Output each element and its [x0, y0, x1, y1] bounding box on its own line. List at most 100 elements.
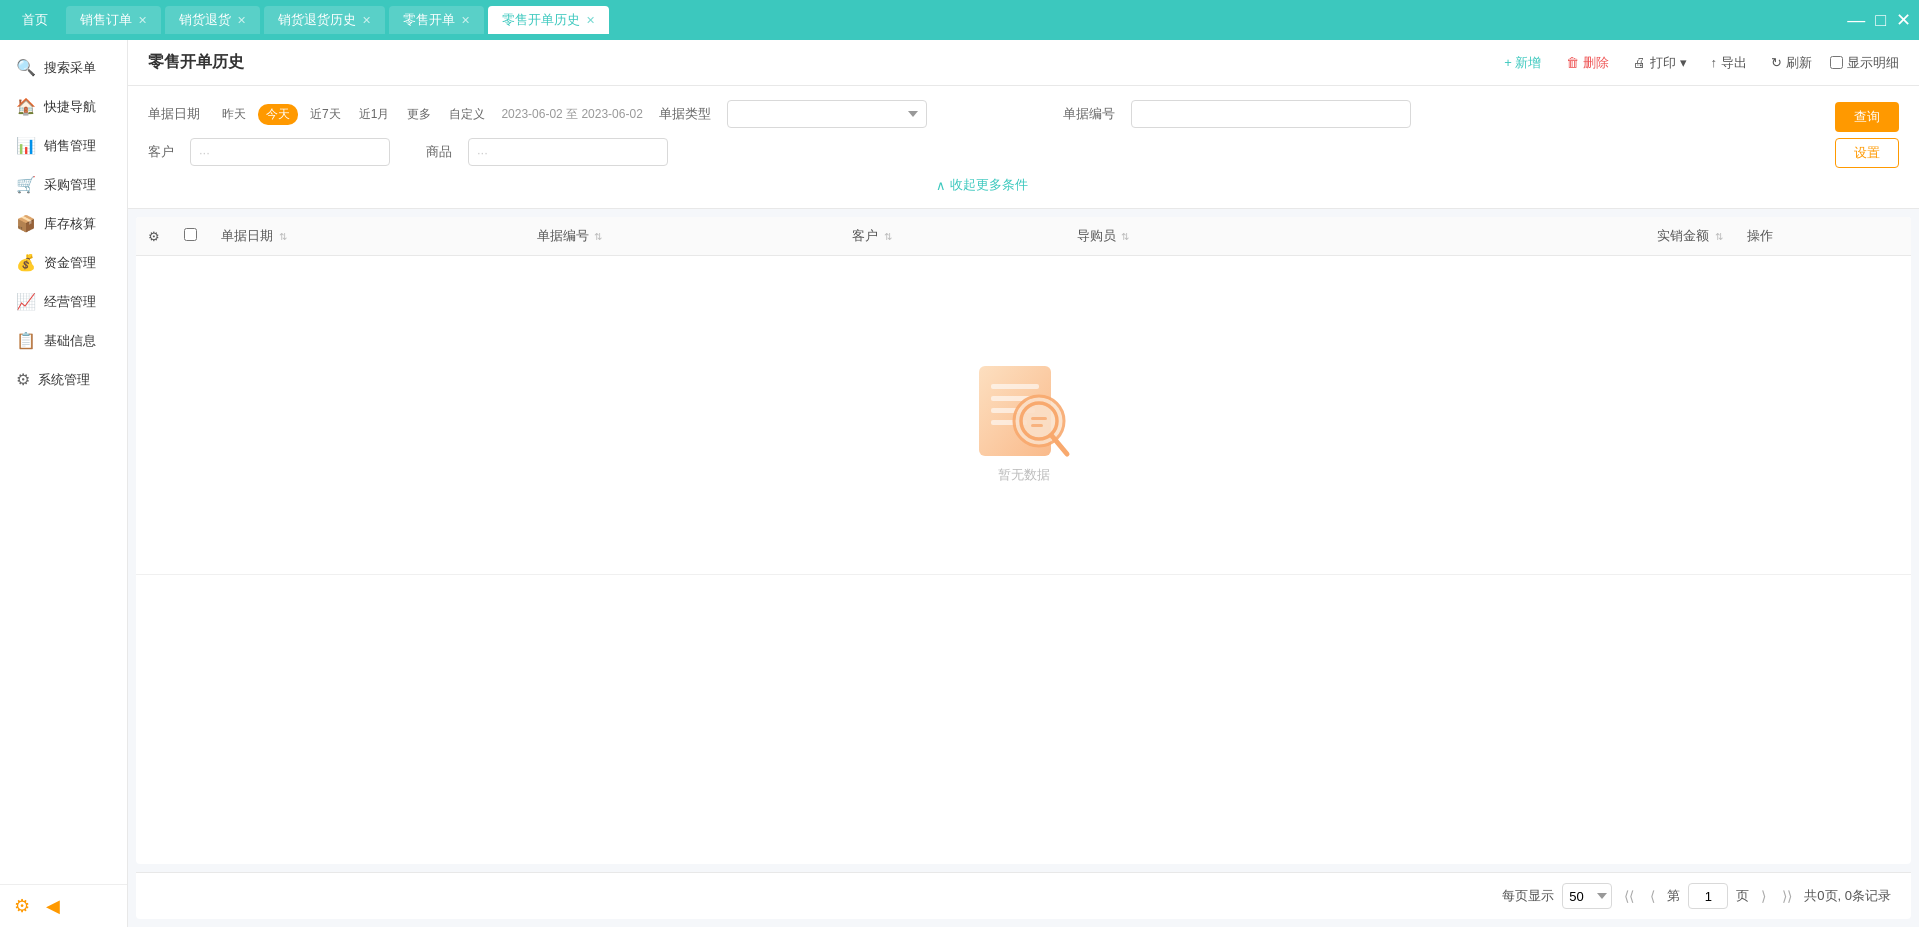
- doc-type-label: 单据类型: [659, 105, 711, 123]
- per-page-label: 每页显示: [1502, 887, 1554, 905]
- empty-row: 暂无数据: [136, 256, 1911, 575]
- date-btn-more[interactable]: 更多: [401, 104, 437, 125]
- sidebar-item-quick-nav[interactable]: 🏠 快捷导航: [0, 87, 127, 126]
- th-amount: 实销金额 ⇅: [1419, 217, 1735, 256]
- tab-label-sales-return-history: 销货退货历史: [278, 11, 356, 29]
- sidebar-label-operations: 经营管理: [44, 293, 96, 311]
- sidebar-item-inventory[interactable]: 📦 库存核算: [0, 204, 127, 243]
- sidebar-icon-sales-mgmt: 📊: [16, 136, 36, 155]
- window-close-icon[interactable]: ✕: [1896, 9, 1911, 31]
- date-btn-custom[interactable]: 自定义: [443, 104, 491, 125]
- sort-date-icon[interactable]: ⇅: [279, 231, 287, 242]
- sidebar-item-operations[interactable]: 📈 经营管理: [0, 282, 127, 321]
- table-body: 暂无数据: [136, 256, 1911, 575]
- tab-label-retail-open-history: 零售开单历史: [502, 11, 580, 29]
- page-label: 第: [1667, 887, 1680, 905]
- filter-dates: 昨天 今天 近7天 近1月 更多 自定义 2023-06-02 至 2023-0…: [216, 104, 643, 125]
- sidebar-settings-icon[interactable]: ⚙: [14, 895, 30, 917]
- sidebar-icon-search-purchase: 🔍: [16, 58, 36, 77]
- sidebar-item-search-purchase[interactable]: 🔍 搜索采单: [0, 48, 127, 87]
- page-title-bar: 零售开单历史 + 新增 🗑 删除 🖨 打印 ▾ ↑ 导出 ↻: [128, 40, 1919, 86]
- empty-text: 暂无数据: [998, 466, 1050, 484]
- nav-home[interactable]: 首页: [8, 11, 62, 29]
- date-btn-7days[interactable]: 近7天: [304, 104, 347, 125]
- prev-page-btn[interactable]: ⟨: [1646, 886, 1659, 906]
- nav-tab-sales-order[interactable]: 销售订单 ✕: [66, 6, 161, 34]
- doc-no-input[interactable]: [1131, 100, 1411, 128]
- tab-label-sales-order: 销售订单: [80, 11, 132, 29]
- th-date: 单据日期 ⇅: [209, 217, 525, 256]
- page-input[interactable]: [1688, 883, 1728, 909]
- add-button[interactable]: + 新增: [1498, 50, 1547, 76]
- tab-close-sales-return[interactable]: ✕: [237, 14, 246, 27]
- page-size-select[interactable]: 50 20 100: [1562, 883, 1612, 909]
- sidebar-icon-quick-nav: 🏠: [16, 97, 36, 116]
- nav-tab-sales-return[interactable]: 销货退货 ✕: [165, 6, 260, 34]
- th-spacer: [1335, 217, 1420, 256]
- sidebar-icon-inventory: 📦: [16, 214, 36, 233]
- set-button[interactable]: 设置: [1835, 138, 1899, 168]
- next-page-btn[interactable]: ⟩: [1757, 886, 1770, 906]
- sidebar-item-base-info[interactable]: 📋 基础信息: [0, 321, 127, 360]
- doc-type-select[interactable]: [727, 100, 927, 128]
- delete-icon: 🗑: [1566, 55, 1579, 70]
- th-no: 单据编号 ⇅: [525, 217, 841, 256]
- svg-rect-9: [1031, 424, 1043, 427]
- goods-label: 商品: [426, 143, 452, 161]
- sidebar-label-inventory: 库存核算: [44, 215, 96, 233]
- sidebar-item-sys-mgmt[interactable]: ⚙ 系统管理: [0, 360, 127, 399]
- sidebar-icon-purchase-mgmt: 🛒: [16, 175, 36, 194]
- tab-close-retail-open-history[interactable]: ✕: [586, 14, 595, 27]
- nav-tab-sales-return-history[interactable]: 销货退货历史 ✕: [264, 6, 385, 34]
- sort-amount-icon[interactable]: ⇅: [1715, 231, 1723, 242]
- sort-no-icon[interactable]: ⇅: [594, 231, 602, 242]
- select-all-checkbox[interactable]: [184, 228, 197, 241]
- settings-icon[interactable]: ⚙: [148, 229, 160, 244]
- tab-close-sales-return-history[interactable]: ✕: [362, 14, 371, 27]
- export-icon: ↑: [1711, 55, 1718, 70]
- th-checkbox[interactable]: [172, 217, 209, 256]
- th-settings[interactable]: ⚙: [136, 217, 172, 256]
- query-button[interactable]: 查询: [1835, 102, 1899, 132]
- sort-guide-icon[interactable]: ⇅: [1121, 231, 1129, 242]
- svg-rect-1: [991, 384, 1039, 389]
- tab-label-sales-return: 销货退货: [179, 11, 231, 29]
- filter-area: 单据日期 昨天 今天 近7天 近1月 更多 自定义 2023-06-02 至 2…: [128, 86, 1919, 209]
- sidebar-collapse-icon[interactable]: ◀: [46, 895, 60, 917]
- sidebar-label-purchase-mgmt: 采购管理: [44, 176, 96, 194]
- nav-tab-retail-open[interactable]: 零售开单✕: [389, 6, 484, 34]
- first-page-btn[interactable]: ⟨⟨: [1620, 886, 1638, 906]
- sort-customer-icon[interactable]: ⇅: [884, 231, 892, 242]
- window-minimize-icon[interactable]: —: [1847, 10, 1865, 31]
- sidebar-label-search-purchase: 搜索采单: [44, 59, 96, 77]
- empty-state: 暂无数据: [148, 266, 1899, 564]
- th-guide: 导购员 ⇅: [1065, 217, 1335, 256]
- display-detail-input[interactable]: [1830, 56, 1843, 69]
- nav-tab-retail-open-history[interactable]: 零售开单历史 ✕: [488, 6, 609, 34]
- last-page-btn[interactable]: ⟩⟩: [1778, 886, 1796, 906]
- sidebar-label-quick-nav: 快捷导航: [44, 98, 96, 116]
- sidebar-label-sales-mgmt: 销售管理: [44, 137, 96, 155]
- sidebar-item-finance[interactable]: 💰 资金管理: [0, 243, 127, 282]
- tab-close-retail-open[interactable]: ✕: [461, 14, 470, 27]
- date-btn-1month[interactable]: 近1月: [353, 104, 396, 125]
- tab-close-sales-order[interactable]: ✕: [138, 14, 147, 27]
- customer-field[interactable]: ···: [190, 138, 390, 166]
- delete-button[interactable]: 🗑 删除: [1560, 50, 1615, 76]
- print-button[interactable]: 🖨 打印 ▾: [1627, 50, 1693, 76]
- sidebar-items: 🔍 搜索采单🏠 快捷导航📊 销售管理🛒 采购管理📦 库存核算💰 资金管理📈 经营…: [0, 48, 127, 399]
- top-nav: 首页 销售订单✕销货退货✕销货退货历史✕零售开单✕零售开单历史✕ — □ ✕: [0, 0, 1919, 40]
- date-btn-today[interactable]: 今天: [258, 104, 298, 125]
- sidebar-item-purchase-mgmt[interactable]: 🛒 采购管理: [0, 165, 127, 204]
- date-btn-yesterday[interactable]: 昨天: [216, 104, 252, 125]
- export-button[interactable]: ↑ 导出: [1705, 50, 1754, 76]
- window-maximize-icon[interactable]: □: [1875, 10, 1886, 31]
- collapse-btn[interactable]: ∧ 收起更多条件: [148, 176, 1815, 194]
- nav-tabs: 销售订单✕销货退货✕销货退货历史✕零售开单✕零售开单历史✕: [66, 6, 609, 34]
- sidebar-bottom: ⚙ ◀: [0, 884, 127, 927]
- display-detail-checkbox[interactable]: 显示明细: [1830, 54, 1899, 72]
- goods-field[interactable]: ···: [468, 138, 668, 166]
- sidebar-item-sales-mgmt[interactable]: 📊 销售管理: [0, 126, 127, 165]
- date-label: 单据日期: [148, 105, 200, 123]
- refresh-button[interactable]: ↻ 刷新: [1765, 50, 1818, 76]
